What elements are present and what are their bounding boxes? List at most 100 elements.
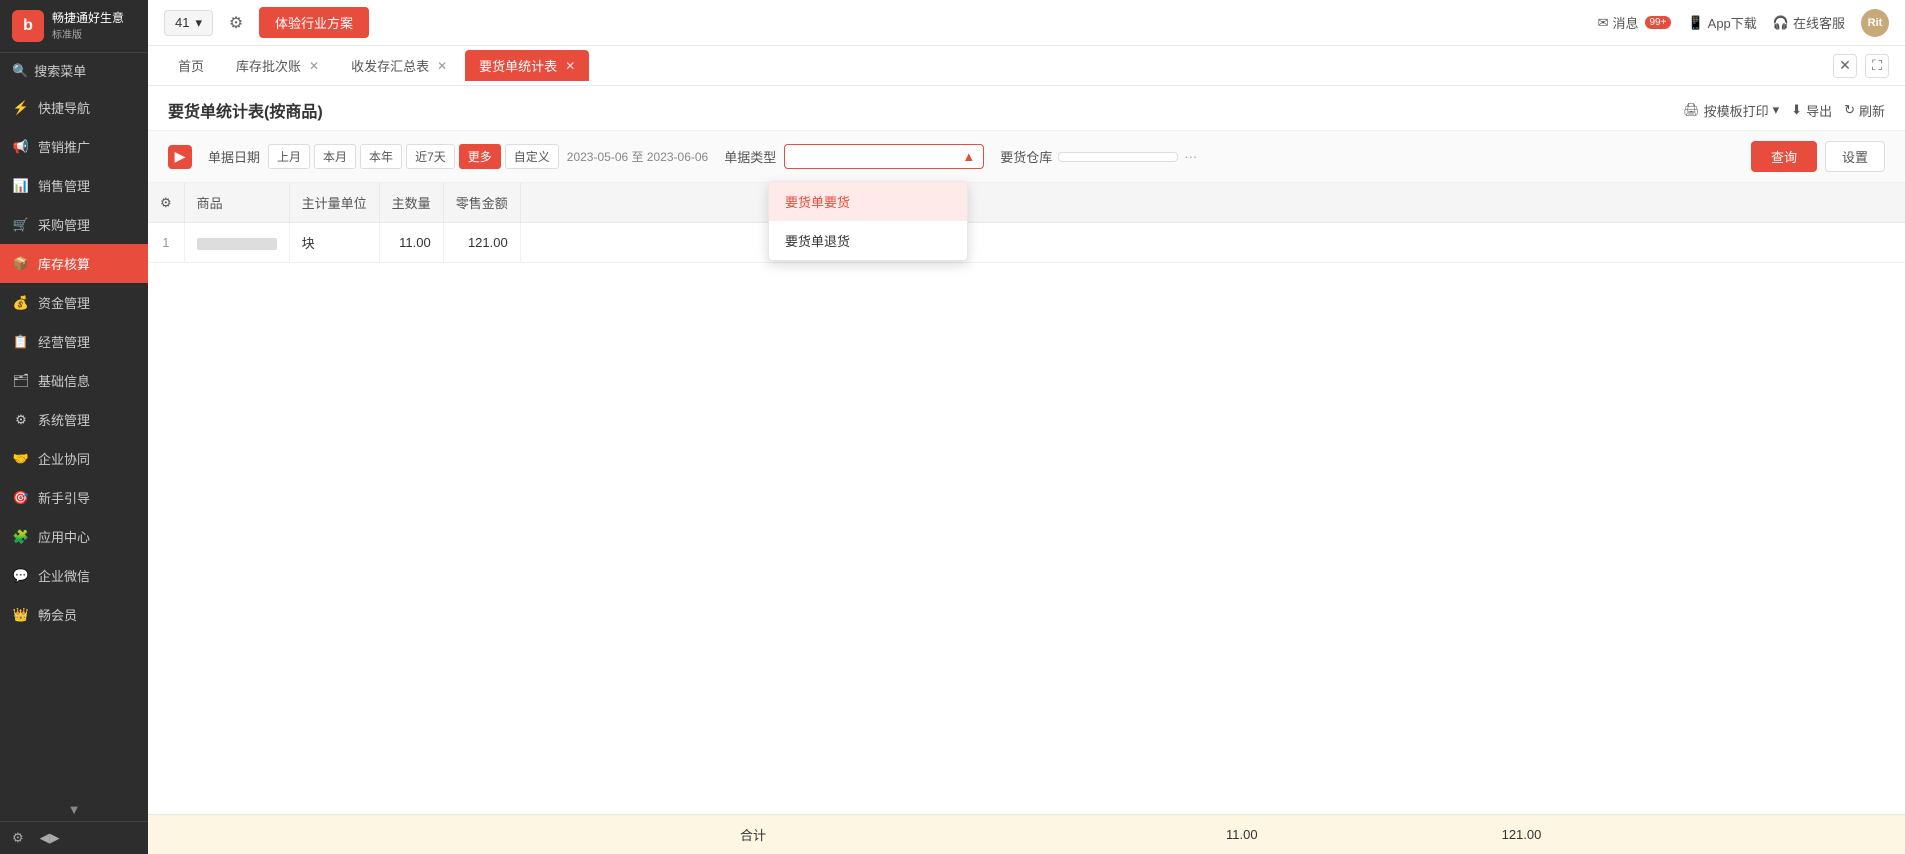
dropdown-item-return[interactable]: 要货单退货 (769, 221, 967, 260)
sidebar-item-basic[interactable]: 🗂 基础信息 (0, 361, 148, 400)
sidebar-item-label: 快捷导航 (38, 98, 90, 117)
sidebar-item-label: 基础信息 (38, 371, 90, 390)
warehouse-filter-group: 要货仓库 ··· (1000, 147, 1197, 166)
sidebar-item-wechat[interactable]: 💬 企业微信 (0, 556, 148, 595)
custom-date-button[interactable]: 自定义 (505, 144, 559, 169)
guide-icon: 🎯 (12, 489, 30, 507)
logo-icon: b (12, 10, 44, 42)
table-footer: 合计 11.00 121.00 (148, 814, 1905, 854)
sidebar-nav: ⚡ 快捷导航 📢 营销推广 📊 销售管理 🛒 采购管理 📦 库存核算 💰 资金管… (0, 88, 148, 798)
sidebar-item-guide[interactable]: 🎯 新手引导 (0, 478, 148, 517)
footer-amount: 121.00 (1502, 827, 1542, 842)
user-avatar[interactable]: Rit (1861, 9, 1889, 37)
sales-icon: 📊 (12, 177, 30, 195)
header-settings-button[interactable]: ⚙ (221, 8, 251, 38)
sidebar-item-label: 企业微信 (38, 566, 90, 585)
messages-button[interactable]: ✉ 消息 99+ (1598, 13, 1672, 32)
sidebar-item-label: 畅会员 (38, 605, 77, 624)
sidebar-item-collab[interactable]: 🤝 企业协同 (0, 439, 148, 478)
this-year-button[interactable]: 本年 (360, 144, 402, 169)
dropdown-order-label: 要货单要货 (785, 195, 850, 210)
app-name: 畅捷通好生意 (52, 11, 124, 27)
chevron-up-icon: ▲ (962, 149, 975, 164)
export-icon: ⬇ (1791, 102, 1802, 118)
tab-order-summary[interactable]: 要货单统计表 ✕ (465, 50, 589, 81)
date-filter-label: 单据日期 (208, 147, 260, 166)
store-selector[interactable]: 41 ▾ (164, 10, 213, 36)
chevron-down-icon: ▾ (1773, 102, 1780, 118)
sidebar-item-label: 经营管理 (38, 332, 90, 351)
tab-maximize-button[interactable]: ⛶ (1865, 54, 1889, 78)
sidebar-item-inventory[interactable]: 📦 库存核算 (0, 244, 148, 283)
tab-inventory-batch[interactable]: 库存批次账 ✕ (222, 50, 333, 81)
sidebar-item-finance[interactable]: 💰 资金管理 (0, 283, 148, 322)
warehouse-filter-label: 要货仓库 (1000, 147, 1052, 166)
sidebar-item-purchase[interactable]: 🛒 采购管理 (0, 205, 148, 244)
sidebar-item-label: 营销推广 (38, 137, 90, 156)
this-month-button[interactable]: 本月 (314, 144, 356, 169)
tab-close-icon[interactable]: ✕ (309, 59, 319, 73)
tab-order-summary-label: 要货单统计表 (479, 56, 557, 75)
tab-close-icon[interactable]: ✕ (565, 59, 575, 73)
sidebar-item-marketing[interactable]: 📢 营销推广 (0, 127, 148, 166)
more-dates-button[interactable]: 更多 (459, 144, 501, 169)
refresh-label: 刷新 (1859, 101, 1885, 120)
filter-bar: ▶ 单据日期 上月 本月 本年 近7天 更多 自定义 2023-05-06 至 … (148, 131, 1905, 183)
header-right: ✉ 消息 99+ 📱 App下载 🎧 在线客服 Rit (1598, 9, 1889, 37)
type-select[interactable]: ▲ (784, 144, 984, 169)
header-left: 41 ▾ ⚙ 体验行业方案 (164, 7, 369, 38)
purchase-icon: 🛒 (12, 216, 30, 234)
search-menu[interactable]: 🔍 搜索菜单 (0, 53, 148, 88)
filter-settings-button[interactable]: 设置 (1825, 141, 1885, 172)
col-quantity: 主数量 (379, 183, 443, 223)
chevron-down-icon: ▾ (195, 15, 202, 31)
wechat-icon: 💬 (12, 567, 30, 585)
col-settings[interactable]: ⚙ (148, 183, 184, 223)
tab-home-label: 首页 (178, 56, 204, 75)
tab-close-all-button[interactable]: ✕ (1833, 54, 1857, 78)
warehouse-more-icon[interactable]: ··· (1184, 149, 1197, 164)
online-service-button[interactable]: 🎧 在线客服 (1773, 13, 1845, 32)
empty-cell (520, 223, 1905, 263)
dropdown-return-label: 要货单退货 (785, 234, 850, 249)
finance-icon: 💰 (12, 294, 30, 312)
filter-toggle-button[interactable]: ▶ (168, 145, 192, 169)
export-label: 导出 (1806, 101, 1832, 120)
store-name: 41 (175, 15, 189, 30)
sidebar-item-sales[interactable]: 📊 销售管理 (0, 166, 148, 205)
sidebar-item-shortcut[interactable]: ⚡ 快捷导航 (0, 88, 148, 127)
collapse-icon[interactable]: ◀▶ (40, 830, 60, 846)
print-icon: 🖨 (1683, 102, 1700, 118)
sidebar-item-system[interactable]: ⚙ 系统管理 (0, 400, 148, 439)
online-service-label: 在线客服 (1793, 13, 1845, 32)
warehouse-select[interactable] (1058, 152, 1178, 162)
main-content: 41 ▾ ⚙ 体验行业方案 ✉ 消息 99+ 📱 App下载 🎧 在线客服 Ri… (148, 0, 1905, 854)
sidebar-item-member[interactable]: 👑 畅会员 (0, 595, 148, 634)
settings-icon[interactable]: ⚙ (12, 830, 24, 846)
refresh-button[interactable]: ↻ 刷新 (1844, 101, 1885, 120)
sidebar-item-label: 库存核算 (38, 254, 90, 273)
message-icon: ✉ (1598, 15, 1609, 31)
system-icon: ⚙ (12, 411, 30, 429)
sidebar-item-label: 新手引导 (38, 488, 90, 507)
last-month-button[interactable]: 上月 (268, 144, 310, 169)
type-filter-group: 单据类型 ▲ (724, 144, 984, 169)
dropdown-item-order[interactable]: 要货单要货 (769, 182, 967, 221)
trial-button[interactable]: 体验行业方案 (259, 7, 369, 38)
tab-close-icon[interactable]: ✕ (437, 59, 447, 73)
app-download-button[interactable]: 📱 App下载 (1687, 13, 1756, 32)
sidebar-item-label: 企业协同 (38, 449, 90, 468)
last-7-days-button[interactable]: 近7天 (406, 144, 455, 169)
sidebar-item-appstore[interactable]: 🧩 应用中心 (0, 517, 148, 556)
page-title: 要货单统计表(按商品) (168, 98, 323, 122)
col-empty (520, 183, 1905, 223)
export-button[interactable]: ⬇ 导出 (1791, 101, 1832, 120)
search-menu-label: 搜索菜单 (34, 61, 86, 80)
date-range-display: 2023-05-06 至 2023-06-06 (567, 148, 708, 165)
query-button[interactable]: 查询 (1751, 141, 1817, 172)
tab-home[interactable]: 首页 (164, 50, 218, 81)
sidebar-item-operation[interactable]: 📋 经营管理 (0, 322, 148, 361)
print-button[interactable]: 🖨 按模板打印 ▾ (1683, 101, 1779, 120)
tab-receive-summary[interactable]: 收发存汇总表 ✕ (337, 50, 461, 81)
sidebar-scroll-down[interactable]: ▼ (0, 798, 148, 821)
